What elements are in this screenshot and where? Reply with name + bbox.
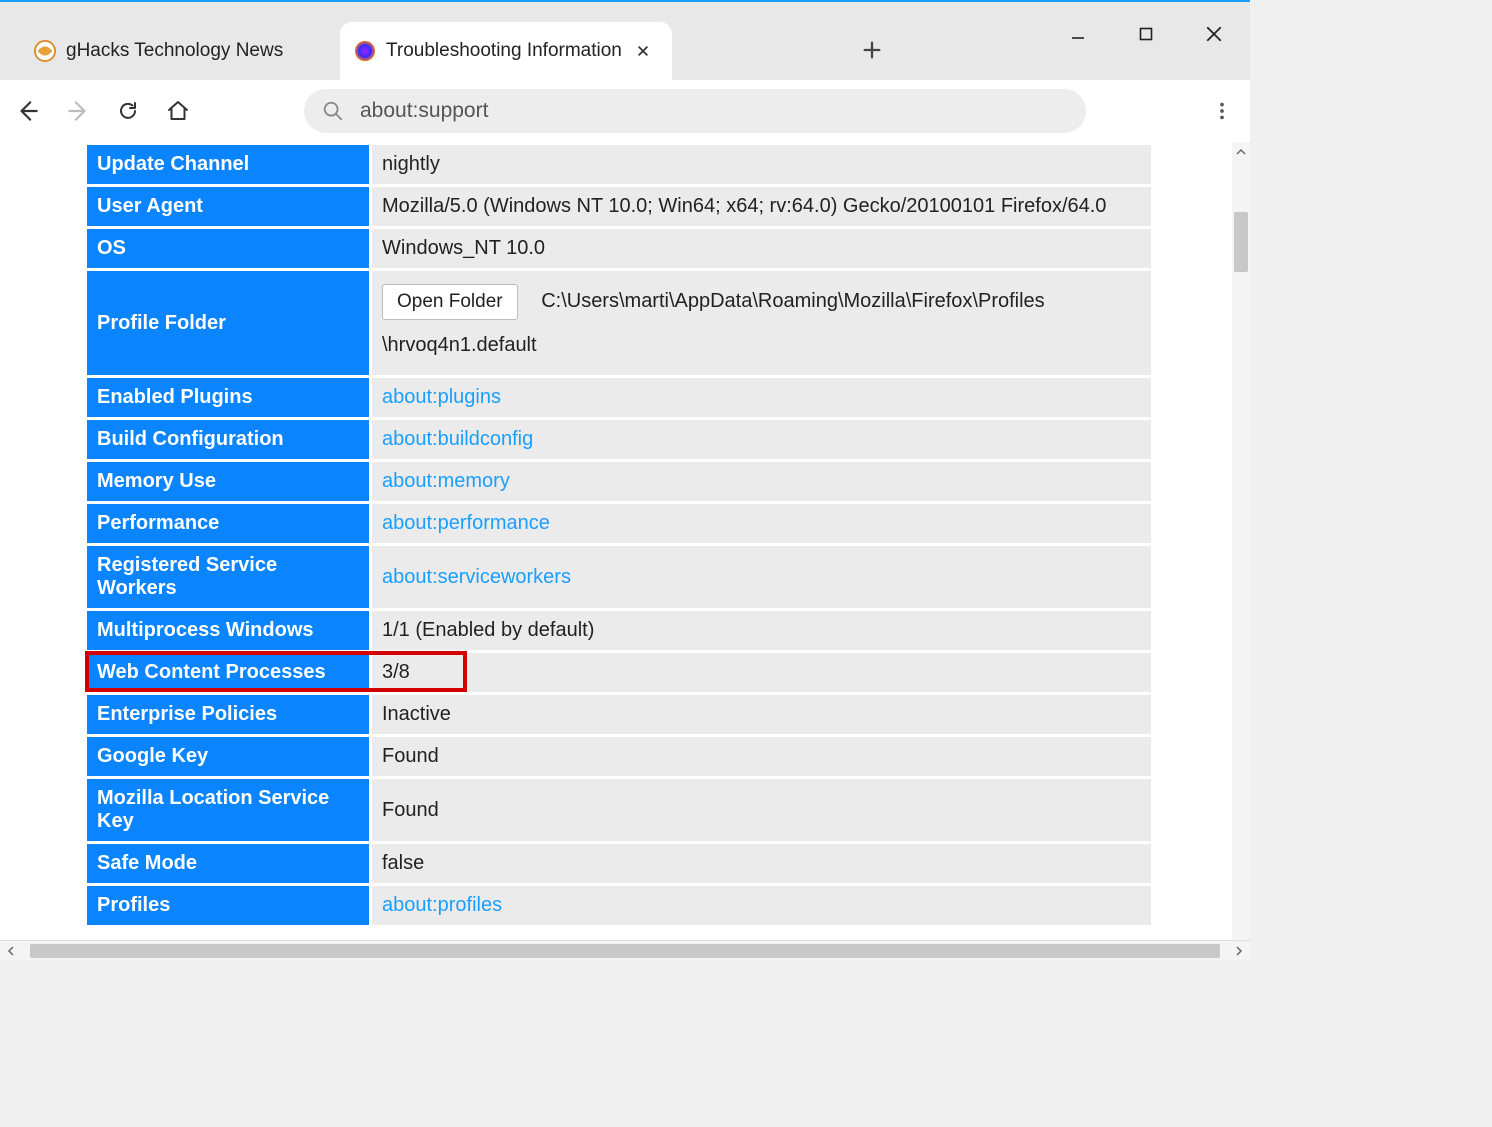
close-window-icon[interactable]: [1204, 24, 1224, 44]
scroll-right-icon[interactable]: [1228, 941, 1250, 960]
tab-strip: gHacks Technology News Troubleshooting I…: [0, 2, 1250, 80]
row-user-agent: User Agent Mozilla/5.0 (Windows NT 10.0;…: [87, 187, 1151, 226]
about-plugins-link[interactable]: about:plugins: [382, 386, 501, 408]
row-value: about:buildconfig: [372, 420, 1151, 459]
row-label: Performance: [87, 504, 369, 543]
row-multiprocess-windows: Multiprocess Windows 1/1 (Enabled by def…: [87, 611, 1151, 650]
url-bar[interactable]: [304, 89, 1086, 133]
row-label: Multiprocess Windows: [87, 611, 369, 650]
row-label: Build Configuration: [87, 420, 369, 459]
about-serviceworkers-link[interactable]: about:serviceworkers: [382, 566, 571, 588]
profile-path-2: \hrvoq4n1.default: [382, 334, 537, 356]
row-value: Inactive: [372, 695, 1151, 734]
search-icon: [322, 100, 344, 122]
scrollbar-thumb[interactable]: [1234, 212, 1248, 272]
forward-button[interactable]: [64, 97, 92, 125]
row-label: Profile Folder: [87, 271, 369, 375]
row-value: about:performance: [372, 504, 1151, 543]
about-memory-link[interactable]: about:memory: [382, 470, 510, 492]
row-label: Google Key: [87, 737, 369, 776]
open-folder-button[interactable]: Open Folder: [382, 284, 518, 320]
row-label: OS: [87, 229, 369, 268]
ghacks-favicon-icon: [34, 40, 56, 62]
about-buildconfig-link[interactable]: about:buildconfig: [382, 428, 533, 450]
scrollbar-thumb[interactable]: [30, 944, 1220, 958]
row-value: false: [372, 844, 1151, 883]
about-profiles-link[interactable]: about:profiles: [382, 894, 502, 916]
row-label: Enabled Plugins: [87, 378, 369, 417]
minimize-icon[interactable]: [1068, 24, 1088, 44]
row-label: Profiles: [87, 886, 369, 925]
about-performance-link[interactable]: about:performance: [382, 512, 550, 534]
url-input[interactable]: [358, 98, 1068, 124]
row-value: Found: [372, 737, 1151, 776]
row-label: User Agent: [87, 187, 369, 226]
row-profile-folder: Profile Folder Open Folder C:\Users\mart…: [87, 271, 1151, 375]
tab-label: gHacks Technology News: [66, 40, 283, 62]
scroll-up-icon[interactable]: [1232, 142, 1250, 162]
new-tab-button[interactable]: [852, 30, 892, 70]
row-build-config: Build Configuration about:buildconfig: [87, 420, 1151, 459]
tab-ghacks[interactable]: gHacks Technology News: [20, 22, 340, 80]
row-value: about:memory: [372, 462, 1151, 501]
row-value: nightly: [372, 145, 1151, 184]
home-button[interactable]: [164, 97, 192, 125]
row-service-workers: Registered Service Workers about:service…: [87, 546, 1151, 608]
row-update-channel: Update Channel nightly: [87, 145, 1151, 184]
row-mls-key: Mozilla Location Service Key Found: [87, 779, 1151, 841]
scroll-left-icon[interactable]: [0, 941, 22, 960]
row-value: Found: [372, 779, 1151, 841]
row-label: Web Content Processes: [87, 653, 369, 692]
firefox-favicon-icon: [354, 40, 376, 62]
close-tab-icon[interactable]: [632, 40, 654, 62]
back-button[interactable]: [14, 97, 42, 125]
row-value: Windows_NT 10.0: [372, 229, 1151, 268]
row-value: about:plugins: [372, 378, 1151, 417]
row-label: Update Channel: [87, 145, 369, 184]
reload-button[interactable]: [114, 97, 142, 125]
row-os: OS Windows_NT 10.0: [87, 229, 1151, 268]
row-label: Mozilla Location Service Key: [87, 779, 369, 841]
row-value: 3/8: [372, 653, 1151, 692]
tab-troubleshooting[interactable]: Troubleshooting Information: [340, 22, 672, 80]
row-memory-use: Memory Use about:memory: [87, 462, 1151, 501]
vertical-scrollbar[interactable]: [1232, 142, 1250, 960]
navigation-toolbar: [0, 80, 1250, 142]
row-enabled-plugins: Enabled Plugins about:plugins: [87, 378, 1151, 417]
page-content: Update Channel nightly User Agent Mozill…: [0, 142, 1250, 960]
maximize-icon[interactable]: [1136, 24, 1156, 44]
row-label: Enterprise Policies: [87, 695, 369, 734]
horizontal-scrollbar[interactable]: [0, 940, 1250, 960]
row-enterprise-policies: Enterprise Policies Inactive: [87, 695, 1151, 734]
row-value: 1/1 (Enabled by default): [372, 611, 1151, 650]
row-profiles: Profiles about:profiles: [87, 886, 1151, 925]
window-controls: [1068, 2, 1250, 80]
row-value: about:profiles: [372, 886, 1151, 925]
tab-label: Troubleshooting Information: [386, 40, 622, 62]
row-value: Open Folder C:\Users\marti\AppData\Roami…: [372, 271, 1151, 375]
row-label: Safe Mode: [87, 844, 369, 883]
support-info-table: Update Channel nightly User Agent Mozill…: [84, 142, 1154, 928]
profile-path-1: C:\Users\marti\AppData\Roaming\Mozilla\F…: [541, 290, 1045, 312]
row-label: Memory Use: [87, 462, 369, 501]
row-performance: Performance about:performance: [87, 504, 1151, 543]
row-web-content-processes: Web Content Processes 3/8: [87, 653, 1151, 692]
row-value: Mozilla/5.0 (Windows NT 10.0; Win64; x64…: [372, 187, 1151, 226]
row-label: Registered Service Workers: [87, 546, 369, 608]
row-value: about:serviceworkers: [372, 546, 1151, 608]
row-google-key: Google Key Found: [87, 737, 1151, 776]
row-safe-mode: Safe Mode false: [87, 844, 1151, 883]
overflow-menu-icon[interactable]: [1208, 97, 1236, 125]
